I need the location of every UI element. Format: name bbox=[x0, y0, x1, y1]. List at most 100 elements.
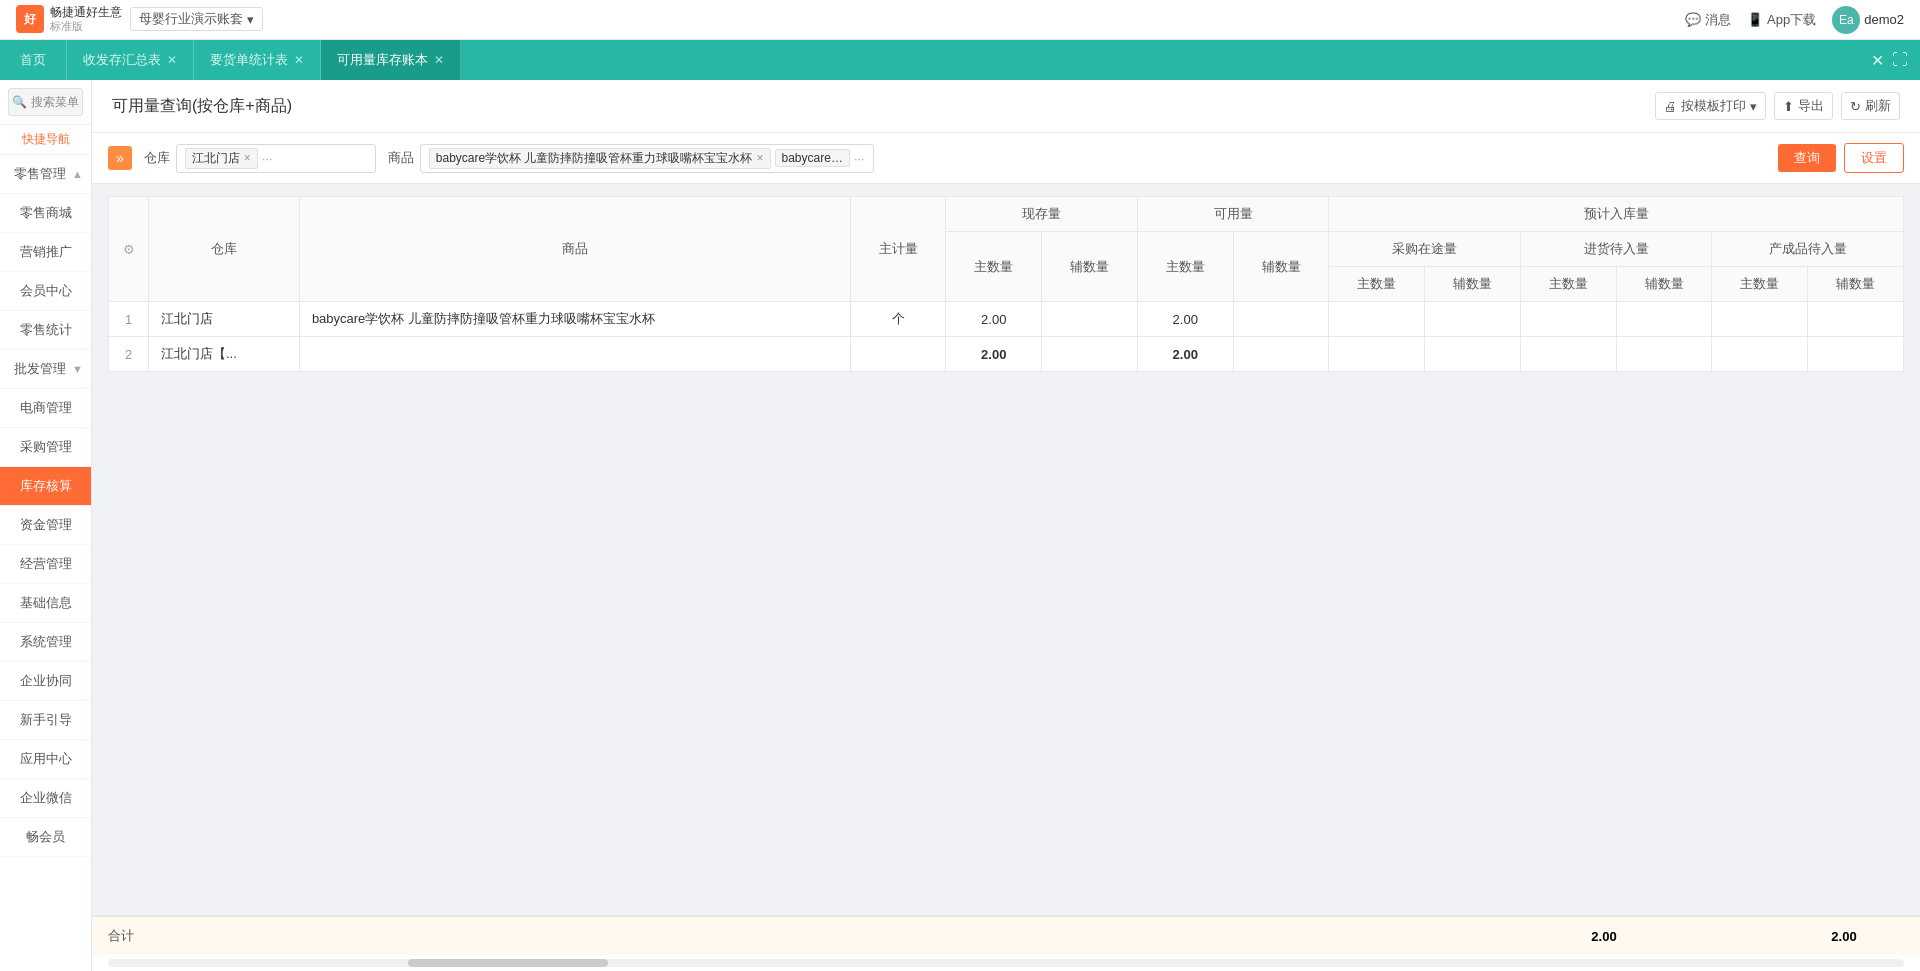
col-product-header: 商品 bbox=[299, 197, 850, 302]
sidebar-item-finance-mgmt[interactable]: 资金管理 bbox=[0, 506, 91, 545]
main-layout: 🔍 搜索菜单 快捷导航 零售管理 ▲ 零售商城 营销推广 会员中心 零售统计 批… bbox=[0, 80, 1920, 971]
col-unit-header: 主计量 bbox=[850, 197, 946, 302]
sidebar-item-retail-mall[interactable]: 零售商城 bbox=[0, 194, 91, 233]
industry-label: 母婴行业演示账套 bbox=[139, 10, 243, 28]
warehouse-tag-text: 江北门店 bbox=[192, 150, 240, 167]
col-incoming-group-header: 预计入库量 bbox=[1329, 197, 1904, 232]
message-label: 消息 bbox=[1705, 11, 1731, 29]
row-2-warehouse: 江北门店【... bbox=[149, 337, 300, 372]
scrollbar-area bbox=[92, 955, 1920, 971]
row-1-inbound-aux bbox=[1616, 302, 1712, 337]
tab-order-stats-close[interactable]: ✕ bbox=[294, 53, 304, 67]
col-inbound-aux-header: 辅数量 bbox=[1616, 267, 1712, 302]
top-bar: 好 畅捷通好生意 标准版 母婴行业演示账套 ▾ 💬 消息 📱 App下载 Ea … bbox=[0, 0, 1920, 40]
sidebar-item-marketing[interactable]: 营销推广 bbox=[0, 233, 91, 272]
sidebar-item-retail-stats[interactable]: 零售统计 bbox=[0, 311, 91, 350]
row-1-inbound-main bbox=[1520, 302, 1616, 337]
warehouse-filter-more[interactable]: ··· bbox=[262, 151, 273, 166]
tab-home[interactable]: 首页 bbox=[0, 40, 67, 80]
message-action[interactable]: 💬 消息 bbox=[1685, 11, 1731, 29]
nav-close-all-icon[interactable]: ✕ bbox=[1871, 51, 1884, 70]
row-1-purchase-main bbox=[1329, 302, 1425, 337]
sidebar-item-enterprise-wechat[interactable]: 企业微信 bbox=[0, 779, 91, 818]
export-label: 导出 bbox=[1798, 97, 1824, 115]
row-1-num: 1 bbox=[109, 302, 149, 337]
print-button[interactable]: 🖨 按模板打印 ▾ bbox=[1655, 92, 1766, 120]
sidebar-item-wholesale-mgmt[interactable]: 批发管理 ▼ bbox=[0, 350, 91, 389]
query-button[interactable]: 查询 bbox=[1778, 144, 1836, 172]
refresh-icon: ↻ bbox=[1850, 99, 1861, 114]
sidebar-item-retail-mgmt[interactable]: 零售管理 ▲ bbox=[0, 155, 91, 194]
sidebar-item-system-mgmt-label: 系统管理 bbox=[8, 633, 83, 651]
table-footer: 合计 2.00 2.00 bbox=[92, 915, 1920, 955]
product-tag-1-remove[interactable]: × bbox=[757, 151, 764, 165]
sidebar-item-enterprise-collab-label: 企业协同 bbox=[8, 672, 83, 690]
print-label: 按模板打印 bbox=[1681, 97, 1746, 115]
warehouse-tag-remove[interactable]: × bbox=[244, 151, 251, 165]
tab-order-stats[interactable]: 要货单统计表 ✕ bbox=[194, 40, 321, 80]
export-button[interactable]: ⬆ 导出 bbox=[1774, 92, 1833, 120]
sidebar-search: 🔍 搜索菜单 bbox=[0, 80, 91, 125]
nav-tab-actions: ✕ ⛶ bbox=[1871, 51, 1920, 70]
sidebar-item-retail-mgmt-label: 零售管理 bbox=[8, 165, 72, 183]
tab-order-stats-label: 要货单统计表 bbox=[210, 51, 288, 69]
sidebar-item-member-center[interactable]: 会员中心 bbox=[0, 272, 91, 311]
refresh-label: 刷新 bbox=[1865, 97, 1891, 115]
row-2-purchase-aux bbox=[1425, 337, 1521, 372]
warehouse-tag: 江北门店 × bbox=[185, 148, 258, 169]
product-filter-group: 商品 babycare学饮杯 儿童防摔防撞吸管杯重力球吸嘴杯宝宝水杯 × bab… bbox=[388, 144, 874, 173]
sidebar-item-app-center[interactable]: 应用中心 bbox=[0, 740, 91, 779]
tab-receipt-summary-label: 收发存汇总表 bbox=[83, 51, 161, 69]
row-1-avail-main: 2.00 bbox=[1137, 302, 1233, 337]
horizontal-scrollbar[interactable] bbox=[108, 959, 1904, 967]
col-avail-main-header: 主数量 bbox=[1137, 232, 1233, 302]
search-icon: 🔍 bbox=[12, 95, 27, 109]
product-tag-1: babycare学饮杯 儿童防摔防撞吸管杯重力球吸嘴杯宝宝水杯 × bbox=[429, 148, 771, 169]
user-info[interactable]: Ea demo2 bbox=[1832, 6, 1904, 34]
industry-selector[interactable]: 母婴行业演示账套 ▾ bbox=[130, 7, 263, 31]
col-inbound-main-header: 主数量 bbox=[1520, 267, 1616, 302]
tab-receipt-summary[interactable]: 收发存汇总表 ✕ bbox=[67, 40, 194, 80]
tab-receipt-summary-close[interactable]: ✕ bbox=[167, 53, 177, 67]
sidebar-item-inventory-check-label: 库存核算 bbox=[8, 477, 83, 495]
sidebar-item-purchase-mgmt[interactable]: 采购管理 bbox=[0, 428, 91, 467]
scrollbar-thumb[interactable] bbox=[408, 959, 608, 967]
footer-stock-main: 2.00 bbox=[1544, 929, 1664, 944]
warehouse-filter-label: 仓库 bbox=[144, 149, 170, 167]
product-filter-more[interactable]: ··· bbox=[854, 151, 865, 166]
warehouse-filter-group: 仓库 江北门店 × ··· bbox=[144, 144, 376, 173]
tab-available-stock[interactable]: 可用量库存账本 ✕ bbox=[321, 40, 461, 80]
sidebar-item-ecommerce-mgmt[interactable]: 电商管理 bbox=[0, 389, 91, 428]
sidebar-item-basic-info[interactable]: 基础信息 bbox=[0, 584, 91, 623]
col-product-main-header: 主数量 bbox=[1712, 267, 1808, 302]
sidebar-item-operation-mgmt[interactable]: 经营管理 bbox=[0, 545, 91, 584]
quick-nav-button[interactable]: 快捷导航 bbox=[0, 125, 91, 155]
row-2-product-aux bbox=[1808, 337, 1904, 372]
column-settings-icon[interactable]: ⚙ bbox=[123, 242, 135, 257]
settings-button[interactable]: 设置 bbox=[1844, 143, 1904, 173]
row-2-unit bbox=[850, 337, 946, 372]
product-tag-container[interactable]: babycare学饮杯 儿童防摔防撞吸管杯重力球吸嘴杯宝宝水杯 × babyca… bbox=[420, 144, 874, 173]
export-icon: ⬆ bbox=[1783, 99, 1794, 114]
logo-text-container: 畅捷通好生意 标准版 bbox=[50, 5, 122, 34]
sidebar-item-new-guide[interactable]: 新手引导 bbox=[0, 701, 91, 740]
row-1-product: babycare学饮杯 儿童防摔防撞吸管杯重力球吸嘴杯宝宝水杯 bbox=[299, 302, 850, 337]
footer-avail-main: 2.00 bbox=[1784, 929, 1904, 944]
sidebar-item-inventory-check[interactable]: 库存核算 bbox=[0, 467, 91, 506]
nav-expand-icon[interactable]: ⛶ bbox=[1892, 51, 1908, 69]
page-header: 可用量查询(按仓库+商品) 🖨 按模板打印 ▾ ⬆ 导出 ↻ 刷新 bbox=[92, 80, 1920, 133]
username: demo2 bbox=[1864, 12, 1904, 27]
page-title: 可用量查询(按仓库+商品) bbox=[112, 96, 292, 117]
sidebar-item-member-vip[interactable]: 畅会员 bbox=[0, 818, 91, 857]
filter-toggle-button[interactable]: » bbox=[108, 146, 132, 170]
search-button[interactable]: 🔍 搜索菜单 bbox=[8, 88, 83, 116]
nav-tabs: 首页 收发存汇总表 ✕ 要货单统计表 ✕ 可用量库存账本 ✕ ✕ ⛶ bbox=[0, 40, 1920, 80]
tab-available-stock-close[interactable]: ✕ bbox=[434, 53, 444, 67]
table-row: 2 江北门店【... 2.00 2.00 bbox=[109, 337, 1904, 372]
sidebar-item-system-mgmt[interactable]: 系统管理 bbox=[0, 623, 91, 662]
warehouse-tag-container[interactable]: 江北门店 × ··· bbox=[176, 144, 376, 173]
refresh-button[interactable]: ↻ 刷新 bbox=[1841, 92, 1900, 120]
sidebar-item-enterprise-collab[interactable]: 企业协同 bbox=[0, 662, 91, 701]
app-download-action[interactable]: 📱 App下载 bbox=[1747, 11, 1816, 29]
sidebar-item-purchase-mgmt-label: 采购管理 bbox=[8, 438, 83, 456]
